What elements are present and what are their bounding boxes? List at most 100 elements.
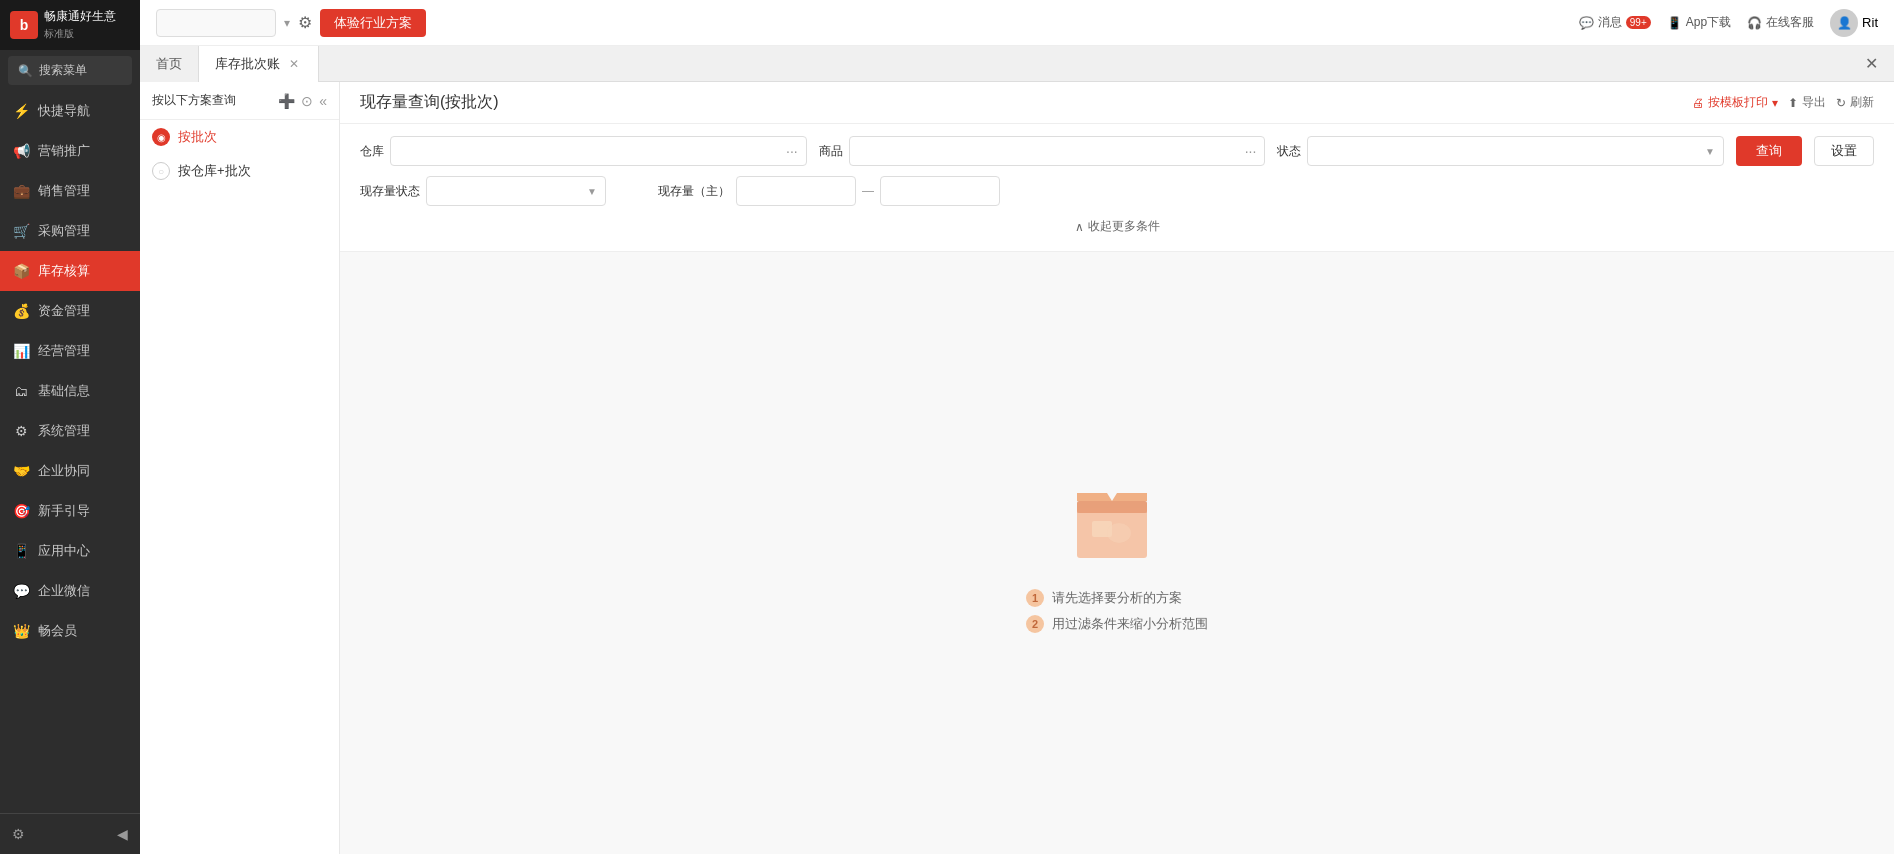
- inventory-icon: 📦: [12, 262, 30, 280]
- topbar-search-input[interactable]: [156, 9, 276, 37]
- query-button[interactable]: 查询: [1736, 136, 1802, 166]
- filter-stock-qty: 现存量（主） —: [658, 176, 1000, 206]
- status-select[interactable]: ▼: [1307, 136, 1724, 166]
- sidebar-item-marketing[interactable]: 📢 营销推广: [0, 131, 140, 171]
- tab-close-icon[interactable]: ✕: [286, 56, 302, 72]
- svg-marker-2: [1077, 493, 1112, 501]
- tab-batch-inventory[interactable]: 库存批次账 ✕: [199, 46, 319, 82]
- search-icon: 🔍: [18, 64, 33, 78]
- hint-text-1: 请先选择要分析的方案: [1052, 589, 1182, 607]
- product-dots: ···: [1245, 143, 1257, 159]
- sidebar-title: 畅康通好生意: [44, 9, 116, 25]
- sidebar-item-quicknav[interactable]: ⚡ 快捷导航: [0, 91, 140, 131]
- sidebar-item-apps[interactable]: 📱 应用中心: [0, 531, 140, 571]
- finance-icon: 💰: [12, 302, 30, 320]
- notifications-btn[interactable]: 💬 消息 99+: [1579, 14, 1651, 31]
- stock-status-select[interactable]: ▼: [426, 176, 606, 206]
- stock-status-arrow: ▼: [587, 186, 597, 197]
- collapse-sidebar-icon[interactable]: ◀: [113, 822, 132, 846]
- add-plan-icon[interactable]: ➕: [278, 93, 295, 109]
- empty-hint-2: 2 用过滤条件来缩小分析范围: [1026, 615, 1208, 633]
- empty-hint-1: 1 请先选择要分析的方案: [1026, 589, 1208, 607]
- empty-icon: [1067, 473, 1167, 573]
- sidebar-item-label: 快捷导航: [38, 102, 90, 120]
- sidebar-item-label: 经营管理: [38, 342, 90, 360]
- wechat-icon: 💬: [12, 582, 30, 600]
- sidebar: b 畅康通好生意 标准版 🔍 搜索菜单 ⚡ 快捷导航 📢 营销推广 💼 销售管理…: [0, 0, 140, 854]
- topbar-dropdown-icon[interactable]: ▾: [284, 16, 290, 30]
- headset-icon: 🎧: [1747, 16, 1762, 30]
- sidebar-search[interactable]: 🔍 搜索菜单: [8, 56, 132, 85]
- settings-plan-icon[interactable]: ⊙: [301, 93, 313, 109]
- plan-item-warehouse-batch[interactable]: ○ 按仓库+批次: [140, 154, 339, 188]
- sidebar-item-purchase[interactable]: 🛒 采购管理: [0, 211, 140, 251]
- print-dropdown-icon: ▾: [1772, 96, 1778, 110]
- app-download-btn[interactable]: 📱 App下载: [1667, 14, 1731, 31]
- username-label: Rit: [1862, 15, 1878, 30]
- hint-num-1: 1: [1026, 589, 1044, 607]
- sidebar-item-label: 新手引导: [38, 502, 90, 520]
- filter-row-2: 现存量状态 ▼ 现存量（主） —: [360, 176, 1874, 206]
- collapse-more-conditions[interactable]: ∧ 收起更多条件: [360, 214, 1874, 239]
- collapse-more-label: 收起更多条件: [1088, 218, 1160, 235]
- tab-home[interactable]: 首页: [140, 46, 199, 82]
- sidebar-footer: ⚙ ◀: [0, 813, 140, 854]
- sidebar-item-basic[interactable]: 🗂 基础信息: [0, 371, 140, 411]
- sidebar-item-system[interactable]: ⚙ 系统管理: [0, 411, 140, 451]
- message-icon: 💬: [1579, 16, 1594, 30]
- trial-btn[interactable]: 体验行业方案: [320, 9, 426, 37]
- warehouse-dots: ···: [786, 143, 798, 159]
- empty-state: 1 请先选择要分析的方案 2 用过滤条件来缩小分析范围: [340, 252, 1894, 854]
- product-label: 商品: [819, 143, 843, 160]
- sidebar-item-label: 基础信息: [38, 382, 90, 400]
- settings-button[interactable]: 设置: [1814, 136, 1874, 166]
- filter-area: 仓库 ··· 商品 ··· 状态: [340, 124, 1894, 252]
- sidebar-item-newbie[interactable]: 🎯 新手引导: [0, 491, 140, 531]
- right-panel: 现存量查询(按批次) 🖨 按模板打印 ▾ ⬆ 导出 ↻ 刷新: [340, 82, 1894, 854]
- basic-icon: 🗂: [12, 382, 30, 400]
- plan-item-batch[interactable]: ◉ 按批次: [140, 120, 339, 154]
- print-icon: 🖨: [1692, 96, 1704, 110]
- avatar: 👤: [1830, 9, 1858, 37]
- print-btn[interactable]: 🖨 按模板打印 ▾: [1692, 94, 1778, 111]
- filter-row-1: 仓库 ··· 商品 ··· 状态: [360, 136, 1874, 166]
- sidebar-item-label: 企业微信: [38, 582, 90, 600]
- refresh-btn[interactable]: ↻ 刷新: [1836, 94, 1874, 111]
- stock-qty-from-input[interactable]: [736, 176, 856, 206]
- sidebar-nav: ⚡ 快捷导航 📢 营销推广 💼 销售管理 🛒 采购管理 📦 库存核算 💰 资金管…: [0, 91, 140, 813]
- export-icon: ⬆: [1788, 96, 1798, 110]
- filter-status: 状态 ▼: [1277, 136, 1724, 166]
- sidebar-header: b 畅康通好生意 标准版: [0, 0, 140, 50]
- refresh-icon: ↻: [1836, 96, 1846, 110]
- export-label: 导出: [1802, 94, 1826, 111]
- sidebar-item-label: 系统管理: [38, 422, 90, 440]
- sidebar-item-member[interactable]: 👑 畅会员: [0, 611, 140, 651]
- close-panel-icon[interactable]: ✕: [1865, 54, 1878, 73]
- warehouse-input[interactable]: ···: [390, 136, 807, 166]
- topbar-gear-icon[interactable]: ⚙: [298, 13, 312, 32]
- settings-footer-icon[interactable]: ⚙: [8, 822, 29, 846]
- sidebar-item-operations[interactable]: 📊 经营管理: [0, 331, 140, 371]
- online-service-btn[interactable]: 🎧 在线客服: [1747, 14, 1814, 31]
- sidebar-item-inventory[interactable]: 📦 库存核算: [0, 251, 140, 291]
- filter-warehouse: 仓库 ···: [360, 136, 807, 166]
- export-btn[interactable]: ⬆ 导出: [1788, 94, 1826, 111]
- marketing-icon: 📢: [12, 142, 30, 160]
- collapse-panel-icon[interactable]: «: [319, 93, 327, 109]
- purchase-icon: 🛒: [12, 222, 30, 240]
- stock-qty-to-input[interactable]: [880, 176, 1000, 206]
- sidebar-item-enterprise[interactable]: 🤝 企业协同: [0, 451, 140, 491]
- product-input[interactable]: ···: [849, 136, 1266, 166]
- sidebar-item-wechat[interactable]: 💬 企业微信: [0, 571, 140, 611]
- empty-hints: 1 请先选择要分析的方案 2 用过滤条件来缩小分析范围: [1026, 589, 1208, 633]
- sidebar-item-sales[interactable]: 💼 销售管理: [0, 171, 140, 211]
- user-menu[interactable]: 👤 Rit: [1830, 9, 1878, 37]
- sidebar-item-label: 应用中心: [38, 542, 90, 560]
- tab-batch-label: 库存批次账: [215, 55, 280, 73]
- user-icon: 👤: [1837, 16, 1852, 30]
- plan-icon-active: ◉: [152, 128, 170, 146]
- filter-stock-status: 现存量状态 ▼: [360, 176, 606, 206]
- plan-label-warehouse-batch: 按仓库+批次: [178, 162, 251, 180]
- hint-text-2: 用过滤条件来缩小分析范围: [1052, 615, 1208, 633]
- sidebar-item-finance[interactable]: 💰 资金管理: [0, 291, 140, 331]
